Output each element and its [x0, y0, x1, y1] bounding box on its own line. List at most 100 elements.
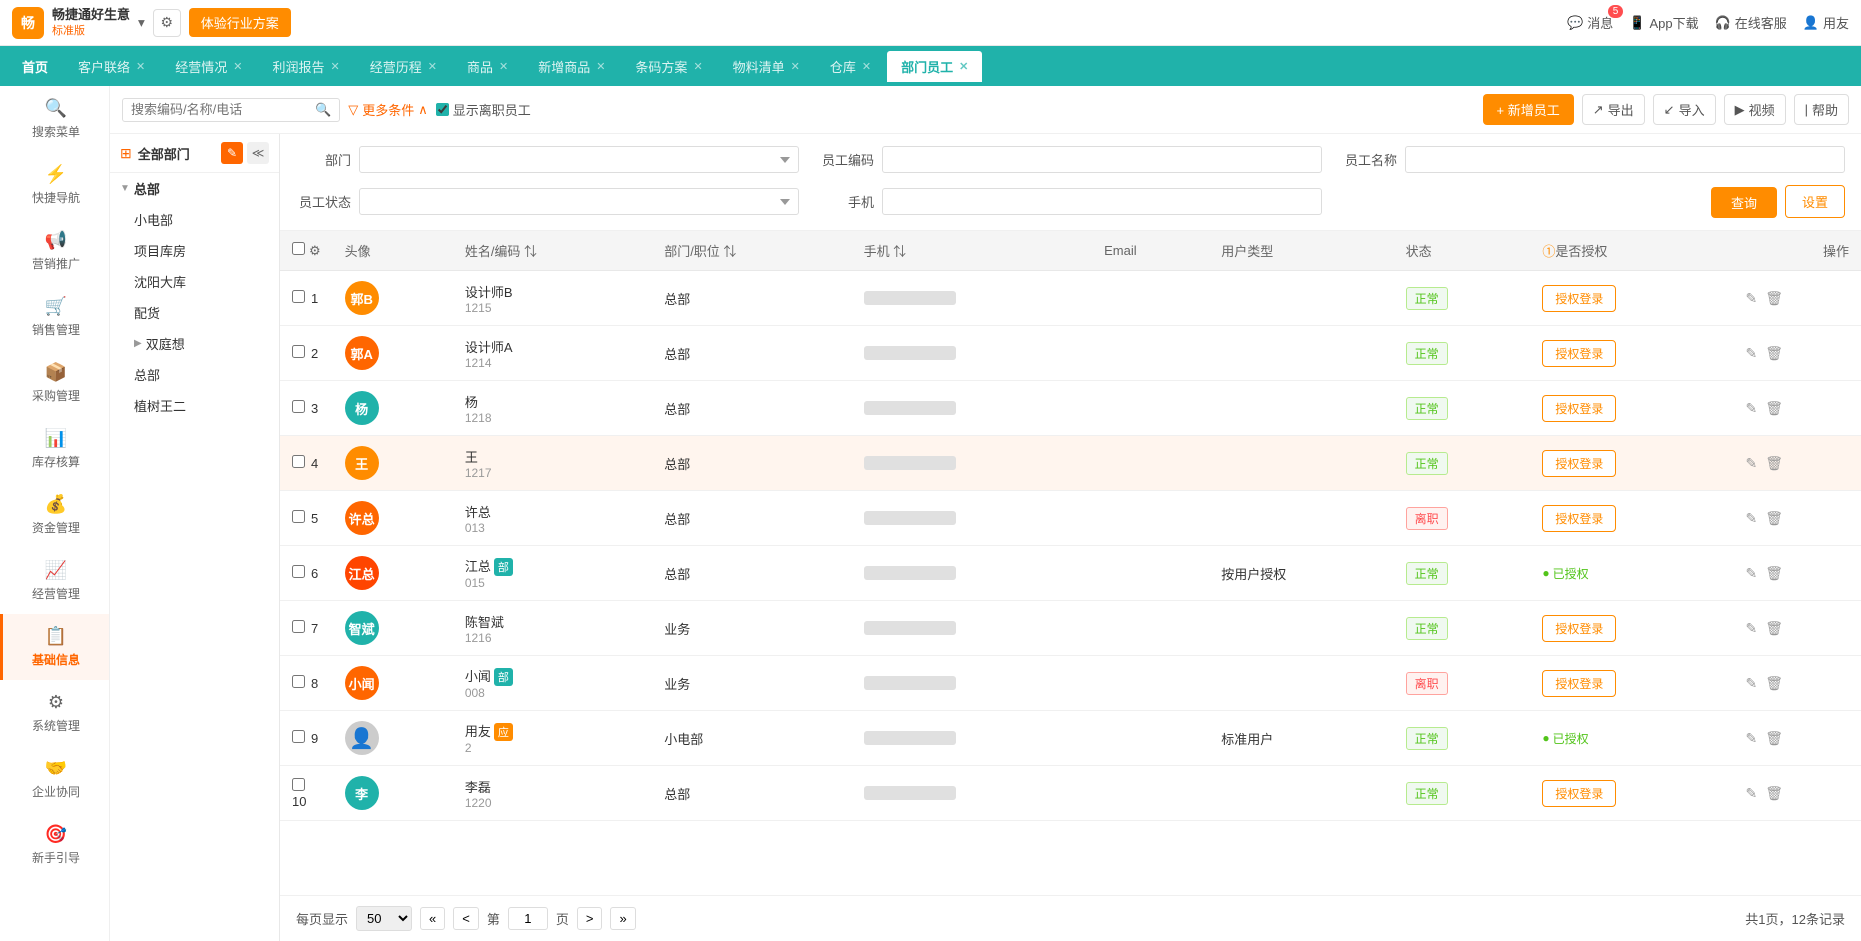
sidebar-item-finance[interactable]: 💰 资金管理 [0, 482, 109, 548]
dept-node-headquarters-parent[interactable]: ▼ 总部 [110, 173, 279, 204]
search-submit-icon[interactable]: 🔍 [315, 102, 331, 118]
dept-node-zhishuwang[interactable]: 植树王二 [110, 390, 279, 421]
delete-btn[interactable]: 🗑 [1765, 510, 1783, 527]
dept-node-project-warehouse[interactable]: 项目库房 [110, 235, 279, 266]
edit-btn[interactable]: ✎ [1745, 510, 1757, 527]
tab-profit[interactable]: 利润报告 ✕ [258, 51, 353, 82]
logo-dropdown-btn[interactable]: ▾ [138, 15, 145, 31]
dept-node-distribution[interactable]: 配货 [110, 297, 279, 328]
filter-name-input[interactable] [1405, 146, 1845, 173]
tab-warehouse[interactable]: 仓库 ✕ [816, 51, 885, 82]
settings-icon-btn[interactable]: ⚙ [153, 9, 181, 37]
auth-btn[interactable]: 授权登录 [1542, 450, 1616, 477]
import-btn[interactable]: ↙ 导入 [1653, 94, 1716, 125]
row-checkbox[interactable] [292, 675, 305, 688]
export-btn[interactable]: ↗ 导出 [1582, 94, 1645, 125]
dept-node-headquarters[interactable]: 总部 [110, 359, 279, 390]
close-icon[interactable]: ✕ [331, 60, 340, 73]
auth-btn[interactable]: 授权登录 [1542, 395, 1616, 422]
edit-btn[interactable]: ✎ [1745, 400, 1757, 417]
close-icon[interactable]: ✕ [596, 60, 605, 73]
sidebar-item-business-mgmt[interactable]: 📈 经营管理 [0, 548, 109, 614]
dept-node-electronics[interactable]: 小电部 [110, 204, 279, 235]
page-input[interactable] [508, 907, 548, 930]
close-icon[interactable]: ✕ [862, 60, 871, 73]
row-checkbox[interactable] [292, 455, 305, 468]
online-service-btn[interactable]: 🎧 在线客服 [1715, 13, 1787, 32]
edit-btn[interactable]: ✎ [1745, 675, 1757, 692]
sidebar-item-marketing[interactable]: 📢 营销推广 [0, 218, 109, 284]
app-download-btn[interactable]: 📱 App下载 [1629, 13, 1698, 32]
sidebar-item-basic-info[interactable]: 📋 基础信息 [0, 614, 109, 680]
tab-department[interactable]: 部门员工 ✕ [887, 51, 982, 82]
select-all-checkbox[interactable] [292, 242, 305, 255]
message-btn[interactable]: 💬 消息 5 [1567, 13, 1613, 32]
filter-code-input[interactable] [882, 146, 1322, 173]
col-name[interactable]: 姓名/编码 ⇅ [453, 231, 652, 271]
auth-btn[interactable]: 授权登录 [1542, 780, 1616, 807]
tab-business[interactable]: 经营情况 ✕ [161, 51, 256, 82]
delete-btn[interactable]: 🗑 [1765, 400, 1783, 417]
auth-btn[interactable]: 授权登录 [1542, 505, 1616, 532]
col-phone[interactable]: 手机 ⇅ [852, 231, 1093, 271]
search-input[interactable] [131, 102, 311, 117]
filter-status-select[interactable] [359, 188, 799, 215]
add-employee-btn[interactable]: + 新增员工 [1483, 94, 1574, 125]
prev-page-btn[interactable]: < [453, 907, 479, 930]
edit-btn[interactable]: ✎ [1745, 455, 1757, 472]
delete-btn[interactable]: 🗑 [1765, 675, 1783, 692]
sidebar-item-system[interactable]: ⚙ 系统管理 [0, 680, 109, 746]
reset-btn[interactable]: 设置 [1785, 185, 1845, 218]
close-icon[interactable]: ✕ [428, 60, 437, 73]
sidebar-item-nav[interactable]: ⚡ 快捷导航 [0, 152, 109, 218]
tab-goods[interactable]: 商品 ✕ [453, 51, 522, 82]
auth-btn[interactable]: 授权登录 [1542, 340, 1616, 367]
dept-edit-btn[interactable]: ✎ [221, 142, 243, 164]
filter-dept-select[interactable] [359, 146, 799, 173]
sidebar-item-purchase[interactable]: 📦 采购管理 [0, 350, 109, 416]
last-page-btn[interactable]: » [610, 907, 635, 930]
delete-btn[interactable]: 🗑 [1765, 565, 1783, 582]
delete-btn[interactable]: 🗑 [1765, 345, 1783, 362]
dept-collapse-btn[interactable]: ≪ [247, 142, 269, 164]
tab-customer[interactable]: 客户联络 ✕ [64, 51, 159, 82]
auth-btn[interactable]: 授权登录 [1542, 670, 1616, 697]
col-dept[interactable]: 部门/职位 ⇅ [652, 231, 851, 271]
tab-home[interactable]: 首页 [8, 51, 62, 82]
row-checkbox[interactable] [292, 345, 305, 358]
sidebar-item-sales[interactable]: 🛒 销售管理 [0, 284, 109, 350]
delete-btn[interactable]: 🗑 [1765, 730, 1783, 747]
edit-btn[interactable]: ✎ [1745, 620, 1757, 637]
show-resigned-checkbox[interactable] [436, 103, 449, 116]
row-checkbox[interactable] [292, 400, 305, 413]
row-checkbox[interactable] [292, 730, 305, 743]
tab-add-goods[interactable]: 新增商品 ✕ [524, 51, 619, 82]
delete-btn[interactable]: 🗑 [1765, 785, 1783, 802]
next-page-btn[interactable]: > [577, 907, 603, 930]
query-btn[interactable]: 查询 [1711, 187, 1777, 218]
row-checkbox[interactable] [292, 620, 305, 633]
experience-btn[interactable]: 体验行业方案 [189, 8, 291, 37]
tab-bom[interactable]: 物料清单 ✕ [719, 51, 814, 82]
auth-btn[interactable]: 授权登录 [1542, 285, 1616, 312]
dept-node-shenyang[interactable]: 沈阳大库 [110, 266, 279, 297]
edit-btn[interactable]: ✎ [1745, 565, 1757, 582]
sidebar-item-search[interactable]: 🔍 搜索菜单 [0, 86, 109, 152]
row-checkbox[interactable] [292, 510, 305, 523]
row-checkbox[interactable] [292, 290, 305, 303]
edit-btn[interactable]: ✎ [1745, 730, 1757, 747]
row-checkbox[interactable] [292, 778, 305, 791]
edit-btn[interactable]: ✎ [1745, 785, 1757, 802]
close-icon[interactable]: ✕ [499, 60, 508, 73]
row-checkbox[interactable] [292, 565, 305, 578]
page-size-select[interactable]: 50 20 100 [356, 906, 412, 931]
auth-btn[interactable]: 授权登录 [1542, 615, 1616, 642]
user-avatar[interactable]: 👤 用友 [1803, 13, 1849, 32]
close-icon[interactable]: ✕ [791, 60, 800, 73]
delete-btn[interactable]: 🗑 [1765, 290, 1783, 307]
help-btn[interactable]: | 帮助 [1794, 94, 1849, 125]
tab-history[interactable]: 经营历程 ✕ [356, 51, 451, 82]
sidebar-item-guide[interactable]: 🎯 新手引导 [0, 812, 109, 878]
view-btn[interactable]: ▶ 视频 [1724, 94, 1786, 125]
more-filter-btn[interactable]: ▽ 更多条件 ∧ [348, 100, 428, 119]
